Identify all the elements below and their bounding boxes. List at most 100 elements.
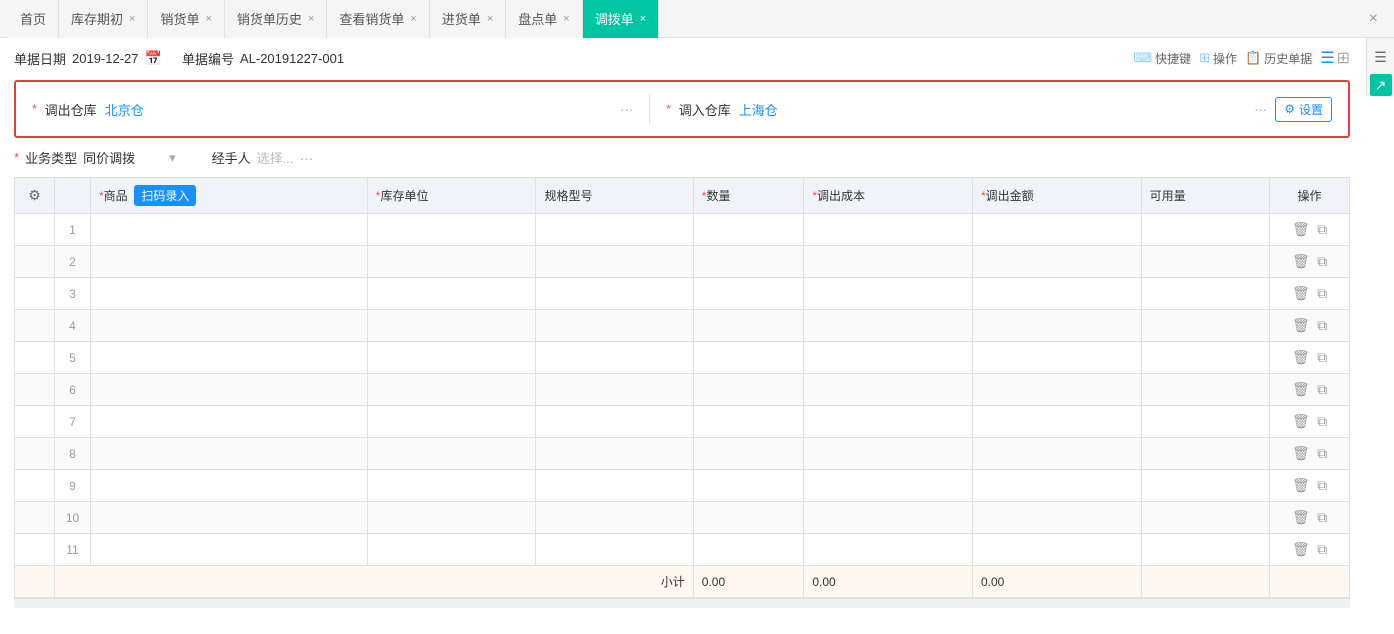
row-unit-3[interactable]	[367, 278, 536, 310]
row-goods-1[interactable]	[91, 214, 368, 246]
row-goods-11[interactable]	[91, 534, 368, 566]
row-spec-5[interactable]	[536, 342, 693, 374]
tab-inventory-init-close[interactable]: ×	[129, 13, 135, 25]
row-qty-1[interactable]	[693, 214, 804, 246]
row-cost-6[interactable]	[804, 374, 973, 406]
copy-icon-4[interactable]: ⧉	[1317, 317, 1327, 333]
row-spec-10[interactable]	[536, 502, 693, 534]
delete-icon-2[interactable]: 🗑	[1292, 253, 1310, 269]
row-unit-8[interactable]	[367, 438, 536, 470]
person-more-btn[interactable]: ···	[299, 150, 313, 166]
row-amount-7[interactable]	[972, 406, 1141, 438]
row-unit-7[interactable]	[367, 406, 536, 438]
row-unit-9[interactable]	[367, 470, 536, 502]
row-amount-8[interactable]	[972, 438, 1141, 470]
tab-sales[interactable]: 销货单 ×	[148, 0, 224, 38]
row-unit-1[interactable]	[367, 214, 536, 246]
delete-icon-10[interactable]: 🗑	[1292, 509, 1310, 525]
delete-icon-11[interactable]: 🗑	[1292, 541, 1310, 557]
row-cost-7[interactable]	[804, 406, 973, 438]
delete-icon-7[interactable]: 🗑	[1292, 413, 1310, 429]
row-unit-10[interactable]	[367, 502, 536, 534]
tab-purchase[interactable]: 进货单 ×	[430, 0, 506, 38]
tab-transfer-close[interactable]: ×	[640, 13, 646, 25]
row-goods-10[interactable]	[91, 502, 368, 534]
delete-icon-3[interactable]: 🗑	[1292, 285, 1310, 301]
tab-transfer[interactable]: 调拨单 ×	[583, 0, 659, 38]
out-warehouse-more-btn[interactable]: ···	[620, 102, 633, 117]
row-spec-4[interactable]	[536, 310, 693, 342]
row-amount-6[interactable]	[972, 374, 1141, 406]
row-goods-7[interactable]	[91, 406, 368, 438]
gear-col-header[interactable]: ⚙	[15, 178, 55, 214]
shortcuts-button[interactable]: ⌨ 快捷键	[1133, 50, 1191, 67]
row-unit-11[interactable]	[367, 534, 536, 566]
row-qty-10[interactable]	[693, 502, 804, 534]
layout-grid-icon[interactable]: ⊞	[1337, 48, 1350, 68]
settings-button[interactable]: ⚙ 设置	[1275, 97, 1332, 122]
row-amount-1[interactable]	[972, 214, 1141, 246]
row-goods-2[interactable]	[91, 246, 368, 278]
row-unit-6[interactable]	[367, 374, 536, 406]
row-amount-11[interactable]	[972, 534, 1141, 566]
row-goods-8[interactable]	[91, 438, 368, 470]
out-warehouse-value[interactable]: 北京仓	[105, 100, 144, 119]
row-spec-8[interactable]	[536, 438, 693, 470]
row-cost-3[interactable]	[804, 278, 973, 310]
tab-sales-close[interactable]: ×	[205, 13, 211, 25]
row-cost-4[interactable]	[804, 310, 973, 342]
copy-icon-2[interactable]: ⧉	[1317, 253, 1327, 269]
row-goods-9[interactable]	[91, 470, 368, 502]
tab-inventory-init[interactable]: 库存期初 ×	[59, 0, 148, 38]
row-unit-2[interactable]	[367, 246, 536, 278]
copy-icon-5[interactable]: ⧉	[1317, 349, 1327, 365]
row-cost-1[interactable]	[804, 214, 973, 246]
tab-sales-history[interactable]: 销货单历史 ×	[225, 0, 327, 38]
tab-home[interactable]: 首页	[8, 0, 59, 38]
delete-icon-1[interactable]: 🗑	[1292, 221, 1310, 237]
layout-list-icon[interactable]: ☰	[1320, 48, 1334, 68]
row-cost-9[interactable]	[804, 470, 973, 502]
delete-icon-8[interactable]: 🗑	[1292, 445, 1310, 461]
row-qty-7[interactable]	[693, 406, 804, 438]
row-spec-7[interactable]	[536, 406, 693, 438]
row-qty-9[interactable]	[693, 470, 804, 502]
copy-icon-3[interactable]: ⧉	[1317, 285, 1327, 301]
biz-type-dropdown-icon[interactable]: ▾	[169, 150, 176, 166]
copy-icon-6[interactable]: ⧉	[1317, 381, 1327, 397]
delete-icon-5[interactable]: 🗑	[1292, 349, 1310, 365]
biz-type-value[interactable]: 同价调拨	[83, 148, 163, 167]
row-spec-11[interactable]	[536, 534, 693, 566]
tab-view-sales-close[interactable]: ×	[410, 13, 416, 25]
in-warehouse-more-btn[interactable]: ···	[1254, 102, 1267, 117]
row-spec-3[interactable]	[536, 278, 693, 310]
row-qty-8[interactable]	[693, 438, 804, 470]
row-amount-4[interactable]	[972, 310, 1141, 342]
row-spec-1[interactable]	[536, 214, 693, 246]
row-cost-11[interactable]	[804, 534, 973, 566]
row-spec-9[interactable]	[536, 470, 693, 502]
row-cost-2[interactable]	[804, 246, 973, 278]
calendar-icon[interactable]: 📅	[145, 50, 162, 67]
row-qty-5[interactable]	[693, 342, 804, 374]
row-amount-9[interactable]	[972, 470, 1141, 502]
window-close-button[interactable]: ×	[1361, 10, 1386, 28]
sidebar-list-icon[interactable]: ☰	[1370, 46, 1392, 68]
row-qty-3[interactable]	[693, 278, 804, 310]
tab-sales-history-close[interactable]: ×	[308, 13, 314, 25]
delete-icon-4[interactable]: 🗑	[1292, 317, 1310, 333]
copy-icon-1[interactable]: ⧉	[1317, 221, 1327, 237]
copy-icon-9[interactable]: ⧉	[1317, 477, 1327, 493]
tab-stocktake-close[interactable]: ×	[563, 13, 569, 25]
copy-icon-10[interactable]: ⧉	[1317, 509, 1327, 525]
row-spec-2[interactable]	[536, 246, 693, 278]
row-goods-6[interactable]	[91, 374, 368, 406]
operations-button[interactable]: ⊞ 操作	[1199, 50, 1237, 67]
person-input[interactable]: 选择...	[257, 148, 294, 167]
sidebar-export-icon[interactable]: ↗	[1370, 74, 1392, 96]
row-amount-3[interactable]	[972, 278, 1141, 310]
row-amount-5[interactable]	[972, 342, 1141, 374]
row-amount-10[interactable]	[972, 502, 1141, 534]
tab-stocktake[interactable]: 盘点单 ×	[506, 0, 582, 38]
row-spec-6[interactable]	[536, 374, 693, 406]
